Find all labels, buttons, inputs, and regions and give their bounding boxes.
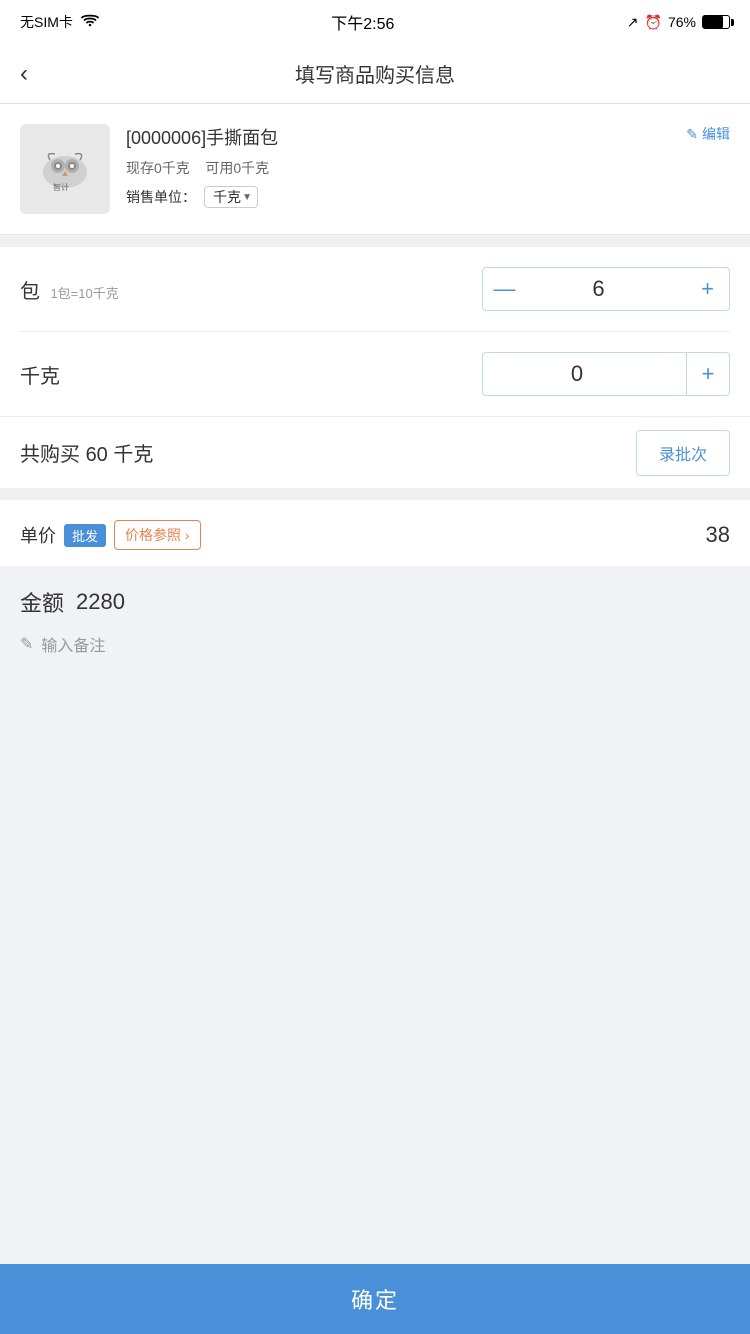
product-stock: 现存0千克 可用0千克 [126, 158, 730, 178]
amount-value: 2280 [76, 589, 125, 615]
remark-row[interactable]: ✎ 输入备注 [20, 632, 730, 676]
bag-sublabel: 1包=10千克 [50, 286, 118, 301]
quantity-section: 包 1包=10千克 — + 千克 + [0, 247, 750, 416]
alarm-icon: ⏰ [645, 14, 662, 31]
amount-section: 金额 2280 ✎ 输入备注 [0, 566, 750, 676]
price-value: 38 [706, 522, 730, 548]
confirm-button[interactable]: 确定 [0, 1264, 750, 1334]
price-label: 单价 [20, 522, 56, 548]
minus-icon: — [494, 276, 516, 302]
kilogram-plus-button[interactable]: + [686, 352, 730, 396]
total-label: 共购买 60 千克 [20, 444, 153, 466]
kilogram-controls: + [482, 352, 730, 396]
stock-label: 现存0千克 [126, 160, 190, 176]
unit-select[interactable]: 千克 [204, 186, 258, 208]
bag-label-group: 包 1包=10千克 [20, 275, 119, 304]
kilogram-label-group: 千克 [20, 360, 60, 389]
plus-icon: + [701, 276, 714, 302]
back-button[interactable]: ‹ [20, 60, 28, 88]
status-right: ↗ ⏰ 76% [627, 14, 730, 31]
edit-button[interactable]: ✎ 编辑 [686, 124, 730, 144]
batch-button[interactable]: 录批次 [636, 430, 730, 476]
carrier-label: 无SIM卡 [20, 12, 73, 32]
battery-bar [702, 15, 730, 29]
product-info: [0000006]手撕面包 现存0千克 可用0千克 销售单位： 千克 [126, 124, 730, 208]
kilogram-row: 千克 + [20, 332, 730, 416]
spacer [0, 676, 750, 1264]
unit-select-wrap[interactable]: 千克 [204, 186, 258, 208]
status-left: 无SIM卡 [20, 12, 99, 32]
bag-minus-button[interactable]: — [482, 267, 526, 311]
wifi-icon [81, 14, 99, 31]
status-time: 下午2:56 [331, 10, 394, 34]
product-name: [0000006]手撕面包 [126, 124, 730, 150]
location-icon: ↗ [627, 14, 639, 31]
price-label-row: 单价 批发 价格参照 › [20, 520, 201, 550]
edit-icon: ✎ [686, 126, 698, 143]
bag-plus-button[interactable]: + [686, 267, 730, 311]
bag-row: 包 1包=10千克 — + [20, 247, 730, 332]
product-card: 智计 [0000006]手撕面包 现存0千克 可用0千克 销售单位： 千克 ✎ [0, 104, 750, 235]
kilogram-quantity-input[interactable] [482, 352, 686, 396]
price-section: 单价 批发 价格参照 › 38 [0, 500, 750, 566]
total-label-group: 共购买 60 千克 [20, 438, 153, 467]
unit-text: 销售单位： [126, 187, 196, 207]
kilogram-label: 千克 [20, 366, 60, 388]
bag-label: 包 [20, 281, 40, 303]
total-section: 共购买 60 千克 录批次 [0, 416, 750, 488]
amount-row: 金额 2280 [20, 586, 730, 618]
edit-label[interactable]: 编辑 [702, 124, 730, 144]
pencil-icon: ✎ [20, 634, 33, 654]
bag-quantity-input[interactable] [526, 267, 686, 311]
status-bar: 无SIM卡 下午2:56 ↗ ⏰ 76% [0, 0, 750, 44]
product-unit-row: 销售单位： 千克 [126, 186, 730, 208]
kilogram-plus-icon: + [702, 361, 715, 387]
price-reference-button[interactable]: 价格参照 › [114, 520, 201, 550]
separator-1 [0, 235, 750, 247]
price-badge: 批发 [64, 524, 106, 547]
price-ref-label[interactable]: 价格参照 › [125, 525, 190, 545]
battery-percent: 76% [668, 14, 696, 30]
product-image: 智计 [20, 124, 110, 214]
remark-placeholder[interactable]: 输入备注 [41, 632, 105, 656]
battery-fill [703, 16, 723, 28]
bag-controls: — + [482, 267, 730, 311]
available-label: 可用0千克 [205, 160, 269, 176]
separator-2 [0, 488, 750, 500]
nav-bar: ‹ 填写商品购买信息 [0, 44, 750, 104]
page-title: 填写商品购买信息 [295, 59, 455, 88]
svg-text:智计: 智计 [53, 182, 69, 192]
amount-label: 金额 [20, 586, 64, 618]
